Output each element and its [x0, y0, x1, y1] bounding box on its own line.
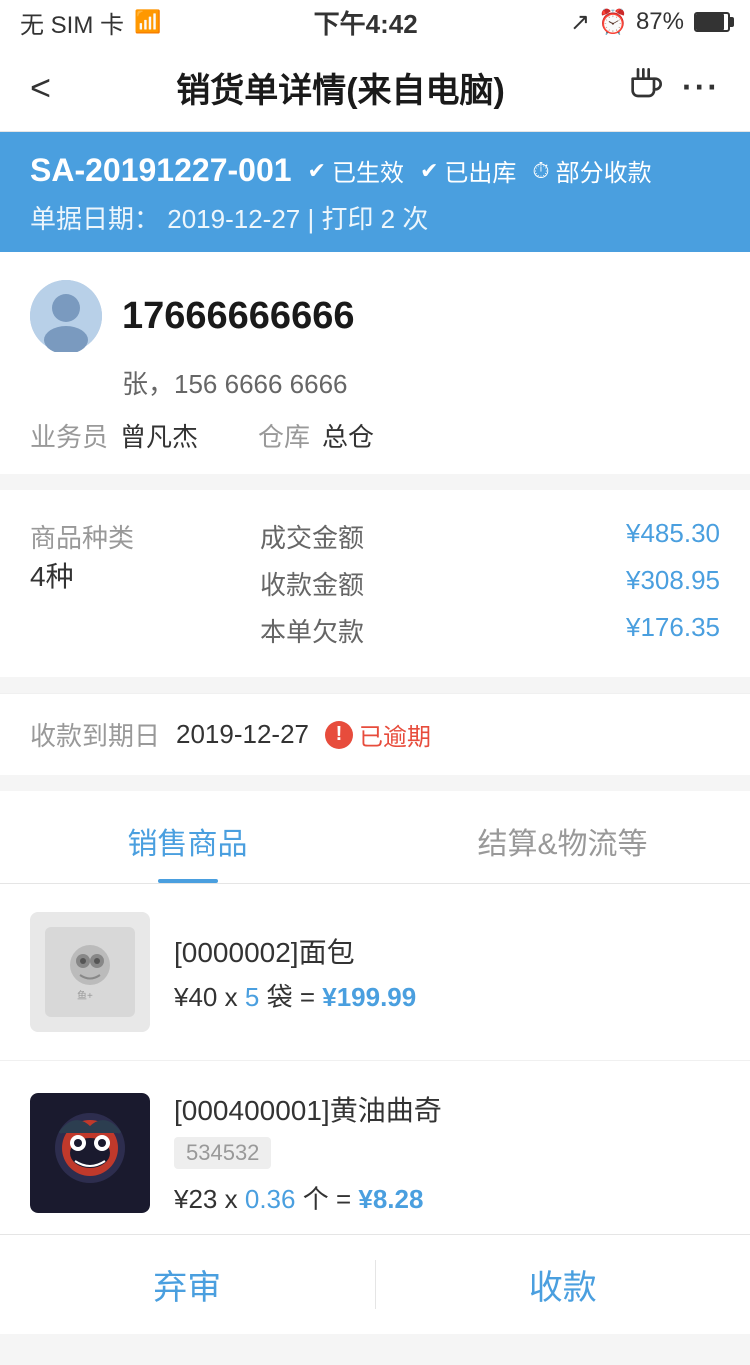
warehouse-value: 总仓 [322, 417, 374, 454]
status-bar: 无 SIM 卡 📶 下午4:42 ↗ ⏰ 87% [0, 0, 750, 44]
overdue-text: 已逾期 [359, 717, 431, 752]
overdue-badge: ! 已逾期 [325, 717, 431, 752]
wifi-icon: 📶 [134, 9, 161, 35]
page-title: 销货单详情(来自电脑) [176, 63, 505, 112]
customer-header: 17666666666 [30, 280, 720, 352]
more-icon[interactable]: ··· [682, 69, 720, 106]
product-price-1: ¥40 x 5 袋 = ¥199.99 [174, 977, 720, 1014]
owed-value: ¥176.35 [626, 612, 720, 649]
owed-amount-row: 本单欠款 ¥176.35 [260, 612, 720, 649]
tabs-bar: 销售商品 结算&物流等 [0, 791, 750, 884]
sim-label: 无 SIM 卡 [20, 5, 124, 40]
product-thumb-2 [30, 1093, 150, 1213]
customer-section: 17666666666 张，156 6666 6666 业务员 曾凡杰 仓库 总… [0, 252, 750, 474]
product-info-2: [000400001]黄油曲奇 534532 ¥23 x 0.36 个 = ¥8… [174, 1089, 720, 1216]
nav-actions: ··· [630, 68, 720, 108]
stats-section: 商品种类 4种 成交金额 ¥485.30 收款金额 ¥308.95 本单欠款 ¥… [0, 490, 750, 677]
product-total-1: ¥199.99 [322, 982, 416, 1012]
product-item-2: [000400001]黄油曲奇 534532 ¥23 x 0.36 个 = ¥8… [0, 1061, 750, 1245]
stats-left: 商品种类 4种 [30, 518, 260, 595]
check-icon-1: ✔ [308, 158, 326, 184]
product-thumb-1: 鱼+ [30, 912, 150, 1032]
bottom-bar: 弃审 收款 [0, 1234, 750, 1334]
owed-label: 本单欠款 [260, 612, 364, 649]
stats-right: 成交金额 ¥485.30 收款金额 ¥308.95 本单欠款 ¥176.35 [260, 518, 720, 649]
received-label: 收款金额 [260, 565, 364, 602]
product-name-2: [000400001]黄油曲奇 [174, 1089, 720, 1129]
location-icon: ↗ [570, 8, 590, 37]
svg-text:鱼+: 鱼+ [77, 989, 93, 1002]
overdue-dot-icon: ! [325, 721, 353, 749]
clock-icon: ⏰ [598, 8, 628, 37]
battery-icon [694, 12, 730, 32]
avatar [30, 280, 102, 352]
due-date-section: 收款到期日 2019-12-27 ! 已逾期 [0, 693, 750, 775]
order-id: SA-20191227-001 [30, 152, 292, 189]
due-label: 收款到期日 [30, 716, 160, 753]
clock-badge-icon: ⏱ [532, 158, 549, 184]
status-right: ↗ ⏰ 87% [570, 8, 730, 37]
order-banner: SA-20191227-001 ✔ 已生效 ✔ 已出库 ⏱ 部分收款 单据日期：… [0, 132, 750, 252]
banner-top: SA-20191227-001 ✔ 已生效 ✔ 已出库 ⏱ 部分收款 [30, 152, 720, 189]
status-badge-partial: ⏱ 部分收款 [532, 153, 651, 188]
product-info-1: [0000002]面包 ¥40 x 5 袋 = ¥199.99 [174, 931, 720, 1014]
order-date: 2019-12-27 [167, 204, 300, 234]
date-label: 单据日期： [30, 204, 160, 234]
product-name-1: [0000002]面包 [174, 931, 720, 971]
product-qty-2: 0.36 [245, 1184, 296, 1214]
received-value: ¥308.95 [626, 565, 720, 602]
deal-amount-row: 成交金额 ¥485.30 [260, 518, 720, 555]
received-amount-row: 收款金额 ¥308.95 [260, 565, 720, 602]
salesman-value: 曾凡杰 [120, 417, 198, 454]
warehouse-label: 仓库 [258, 417, 310, 454]
deal-amount-label: 成交金额 [260, 518, 364, 555]
status-left: 无 SIM 卡 📶 [20, 5, 161, 40]
abandon-review-button[interactable]: 弃审 [0, 1260, 376, 1309]
due-date-value: 2019-12-27 [176, 719, 309, 750]
customer-meta: 业务员 曾凡杰 仓库 总仓 [30, 417, 720, 454]
warehouse-meta: 仓库 总仓 [258, 417, 374, 454]
salesman-meta: 业务员 曾凡杰 [30, 417, 198, 454]
banner-bottom: 单据日期： 2019-12-27 | 打印 2 次 [30, 199, 720, 236]
product-item-1: 鱼+ [0000002]面包 ¥40 x 5 袋 = ¥199.99 [0, 884, 750, 1061]
tab-settlement-logistics[interactable]: 结算&物流等 [375, 791, 750, 883]
product-price-2: ¥23 x 0.36 个 = ¥8.28 [174, 1179, 720, 1216]
deal-amount-value: ¥485.30 [626, 518, 720, 555]
tab-sales-products[interactable]: 销售商品 [0, 791, 375, 883]
battery-label: 87% [636, 8, 684, 36]
status-badge-effective: ✔ 已生效 [308, 153, 404, 188]
status-time: 下午4:42 [314, 4, 418, 41]
print-info: | 打印 2 次 [307, 204, 428, 234]
customer-sub: 张，156 6666 6666 [30, 364, 720, 401]
check-icon-2: ✔ [420, 158, 438, 184]
customer-id: 17666666666 [122, 295, 354, 338]
salesman-label: 业务员 [30, 417, 108, 454]
nav-bar: < 销货单详情(来自电脑) ··· [0, 44, 750, 132]
product-list: 鱼+ [0000002]面包 ¥40 x 5 袋 = ¥199.99 [0, 884, 750, 1245]
share-icon[interactable] [630, 68, 662, 108]
collect-payment-button[interactable]: 收款 [376, 1260, 750, 1309]
product-sku-2: 534532 [174, 1137, 271, 1169]
product-total-2: ¥8.28 [358, 1184, 423, 1214]
status-badge-shipped: ✔ 已出库 [420, 153, 516, 188]
back-button[interactable]: < [30, 67, 51, 109]
product-qty-1: 5 [245, 982, 259, 1012]
category-label: 商品种类 [30, 518, 260, 555]
category-count: 4种 [30, 555, 260, 595]
